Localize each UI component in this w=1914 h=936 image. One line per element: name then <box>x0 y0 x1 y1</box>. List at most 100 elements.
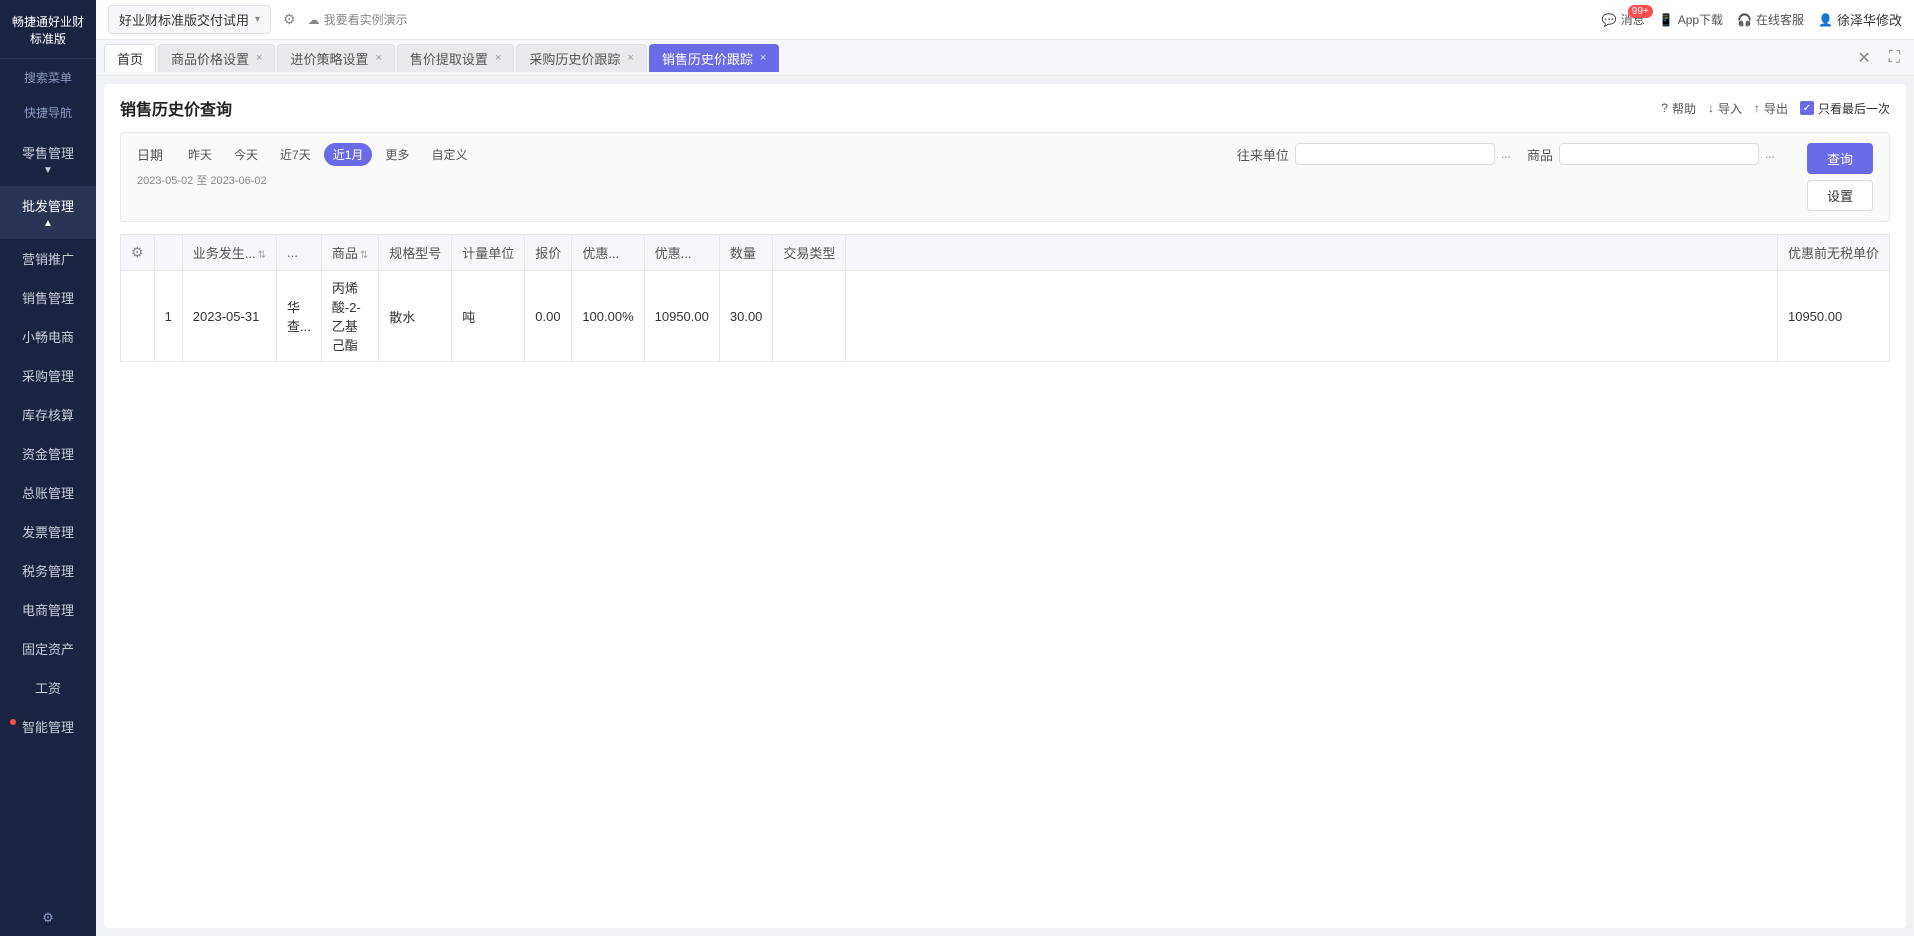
app-download-icon: 📱 <box>1659 13 1674 27</box>
source-unit-filter: 往来单位 ... <box>1237 143 1511 165</box>
support-button[interactable]: 🎧 在线客服 <box>1737 11 1804 28</box>
product-more[interactable]: ... <box>1765 147 1775 161</box>
table-header-row: ⚙ 业务发生...⇅ ... 商品⇅ 规格型号 <box>121 235 1890 271</box>
sidebar-item-invoice[interactable]: 发票管理 <box>0 512 96 551</box>
close-icon[interactable]: × <box>760 52 766 64</box>
app-download-label: App下载 <box>1678 11 1723 28</box>
only-last-checkbox[interactable]: ✓ 只看最后一次 <box>1800 100 1890 117</box>
tab-purchase-history[interactable]: 采购历史价跟踪 × <box>516 44 646 72</box>
sidebar-quick-nav[interactable]: 快捷导航 <box>0 96 96 129</box>
demo-label: 我要看实例演示 <box>324 11 408 28</box>
import-link[interactable]: ↓ 导入 <box>1708 100 1742 117</box>
close-icon[interactable]: × <box>495 52 501 64</box>
demo-link[interactable]: ☁ 我要看实例演示 <box>308 11 408 28</box>
sidebar-item-marketing[interactable]: 营销推广 <box>0 239 96 278</box>
close-icon[interactable]: × <box>627 52 633 64</box>
sidebar-item-general-ledger[interactable]: 总账管理 <box>0 473 96 512</box>
date-btn-last1month[interactable]: 近1月 <box>324 143 373 166</box>
tab-home[interactable]: 首页 <box>104 44 156 72</box>
sidebar-settings-button[interactable]: ⚙ <box>0 900 96 936</box>
settings-button[interactable]: 设置 <box>1807 180 1873 211</box>
sort-icon: ⇅ <box>258 250 266 261</box>
date-btn-custom[interactable]: 自定义 <box>422 143 476 166</box>
cell-pretax-unit-price: 10950.00 <box>1777 271 1889 362</box>
export-link[interactable]: ↑ 导出 <box>1754 100 1788 117</box>
help-link[interactable]: ? 帮助 <box>1661 100 1696 117</box>
tab-sales-history[interactable]: 销售历史价跟踪 × <box>649 44 779 72</box>
message-button[interactable]: 💬 消息 99+ <box>1602 11 1645 28</box>
cell-transaction-type <box>773 271 846 362</box>
sidebar-item-payroll[interactable]: 工资 <box>0 668 96 707</box>
page-header: 销售历史价查询 ? 帮助 ↓ 导入 ↑ 导出 ✓ 只看最后一次 <box>120 96 1890 120</box>
date-range-display: 2023-05-02 至 2023-06-02 <box>137 172 1221 188</box>
tabs-right-actions: ✕ ⛶ <box>1851 46 1906 70</box>
topbar-left: 好业财标准版交付试用 ▾ ⚙ ☁ 我要看实例演示 <box>108 5 1602 34</box>
date-btn-today[interactable]: 今天 <box>225 143 267 166</box>
col-transaction-type[interactable]: 交易类型 <box>773 235 846 271</box>
close-icon[interactable]: × <box>256 52 262 64</box>
tab-pricing-strategy[interactable]: 进价策略设置 × <box>277 44 394 72</box>
date-btn-yesterday[interactable]: 昨天 <box>179 143 221 166</box>
col-discount-pct[interactable]: 优惠... <box>572 235 644 271</box>
sidebar-item-label: 小畅电商 <box>22 327 74 346</box>
sidebar-item-smart-mgmt[interactable]: 智能管理 <box>0 707 96 746</box>
col-pretax-unit-price[interactable]: 优惠前无税单价 <box>1777 235 1889 271</box>
sidebar-item-label: 工资 <box>35 678 61 697</box>
table-wrapper: ⚙ 业务发生...⇅ ... 商品⇅ 规格型号 <box>120 234 1890 362</box>
sidebar-item-label: 销售管理 <box>22 288 74 307</box>
user-avatar-icon: 👤 <box>1818 13 1833 27</box>
main-area: 好业财标准版交付试用 ▾ ⚙ ☁ 我要看实例演示 💬 消息 99+ 📱 App下… <box>96 0 1914 936</box>
cell-spec: 散水 <box>379 271 452 362</box>
sidebar-item-ecommerce[interactable]: 电商管理 <box>0 590 96 629</box>
app-download-button[interactable]: 📱 App下载 <box>1659 11 1723 28</box>
tab-label: 销售历史价跟踪 <box>662 49 753 68</box>
settings-icon[interactable]: ⚙ <box>131 244 144 260</box>
sort-icon: ⇅ <box>360 250 368 261</box>
tab-product-price[interactable]: 商品价格设置 × <box>158 44 275 72</box>
sidebar-item-wholesale[interactable]: 批发管理 ▲ <box>0 186 96 239</box>
col-discount-price[interactable]: 优惠... <box>644 235 719 271</box>
sidebar-search[interactable]: 搜索菜单 <box>0 59 96 96</box>
close-icon[interactable]: × <box>375 52 381 64</box>
tab-sale-price-extract[interactable]: 售价提取设置 × <box>397 44 514 72</box>
product-input[interactable] <box>1559 143 1759 165</box>
col-quoted-price[interactable]: 报价 <box>525 235 572 271</box>
query-button[interactable]: 查询 <box>1807 143 1873 174</box>
module-settings-icon[interactable]: ⚙ <box>279 7 300 32</box>
sidebar-item-label: 资金管理 <box>22 444 74 463</box>
source-unit-input[interactable] <box>1295 143 1495 165</box>
date-btn-more[interactable]: 更多 <box>376 143 418 166</box>
col-biz-date[interactable]: 业务发生...⇅ <box>182 235 276 271</box>
sidebar-item-retail[interactable]: 零售管理 ▼ <box>0 133 96 186</box>
sidebar-item-purchase[interactable]: 采购管理 <box>0 356 96 395</box>
export-icon: ↑ <box>1754 101 1760 115</box>
filter-bar: 日期 昨天 今天 近7天 近1月 更多 自定义 2023-05-02 至 202… <box>120 132 1890 222</box>
sidebar-item-sales[interactable]: 销售管理 <box>0 278 96 317</box>
close-tab-button[interactable]: ✕ <box>1851 46 1876 70</box>
product-filter: 商品 ... <box>1527 143 1775 165</box>
sidebar-item-label: 采购管理 <box>22 366 74 385</box>
sidebar-item-label: 总账管理 <box>22 483 74 502</box>
sidebar-item-ecommerce-small[interactable]: 小畅电商 <box>0 317 96 356</box>
col-product[interactable]: 商品⇅ <box>321 235 378 271</box>
sidebar-item-tax[interactable]: 税务管理 <box>0 551 96 590</box>
page-title: 销售历史价查询 <box>120 96 232 120</box>
table-row: 1 2023-05-31 华查... 丙烯酸-2-乙基己酯 散水 吨 0.00 … <box>121 271 1890 362</box>
col-more[interactable]: ... <box>277 235 322 271</box>
module-selector[interactable]: 好业财标准版交付试用 ▾ <box>108 5 271 34</box>
source-unit-more[interactable]: ... <box>1501 147 1511 161</box>
date-btn-last7[interactable]: 近7天 <box>271 143 320 166</box>
sidebar-item-fixed-assets[interactable]: 固定资产 <box>0 629 96 668</box>
sidebar-item-inventory[interactable]: 库存核算 <box>0 395 96 434</box>
col-unit[interactable]: 计量单位 <box>452 235 525 271</box>
sidebar-item-label: 发票管理 <box>22 522 74 541</box>
cell-quoted-price: 0.00 <box>525 271 572 362</box>
col-spec[interactable]: 规格型号 <box>379 235 452 271</box>
settings-icon: ⚙ <box>42 910 54 925</box>
maximize-tab-button[interactable]: ⛶ <box>1883 47 1906 69</box>
col-quantity[interactable]: 数量 <box>719 235 773 271</box>
sidebar-item-label: 营销推广 <box>22 249 74 268</box>
user-profile-button[interactable]: 👤 徐泽华修改 <box>1818 10 1902 29</box>
sidebar-item-capital[interactable]: 资金管理 <box>0 434 96 473</box>
chevron-down-icon: ▾ <box>255 14 260 25</box>
